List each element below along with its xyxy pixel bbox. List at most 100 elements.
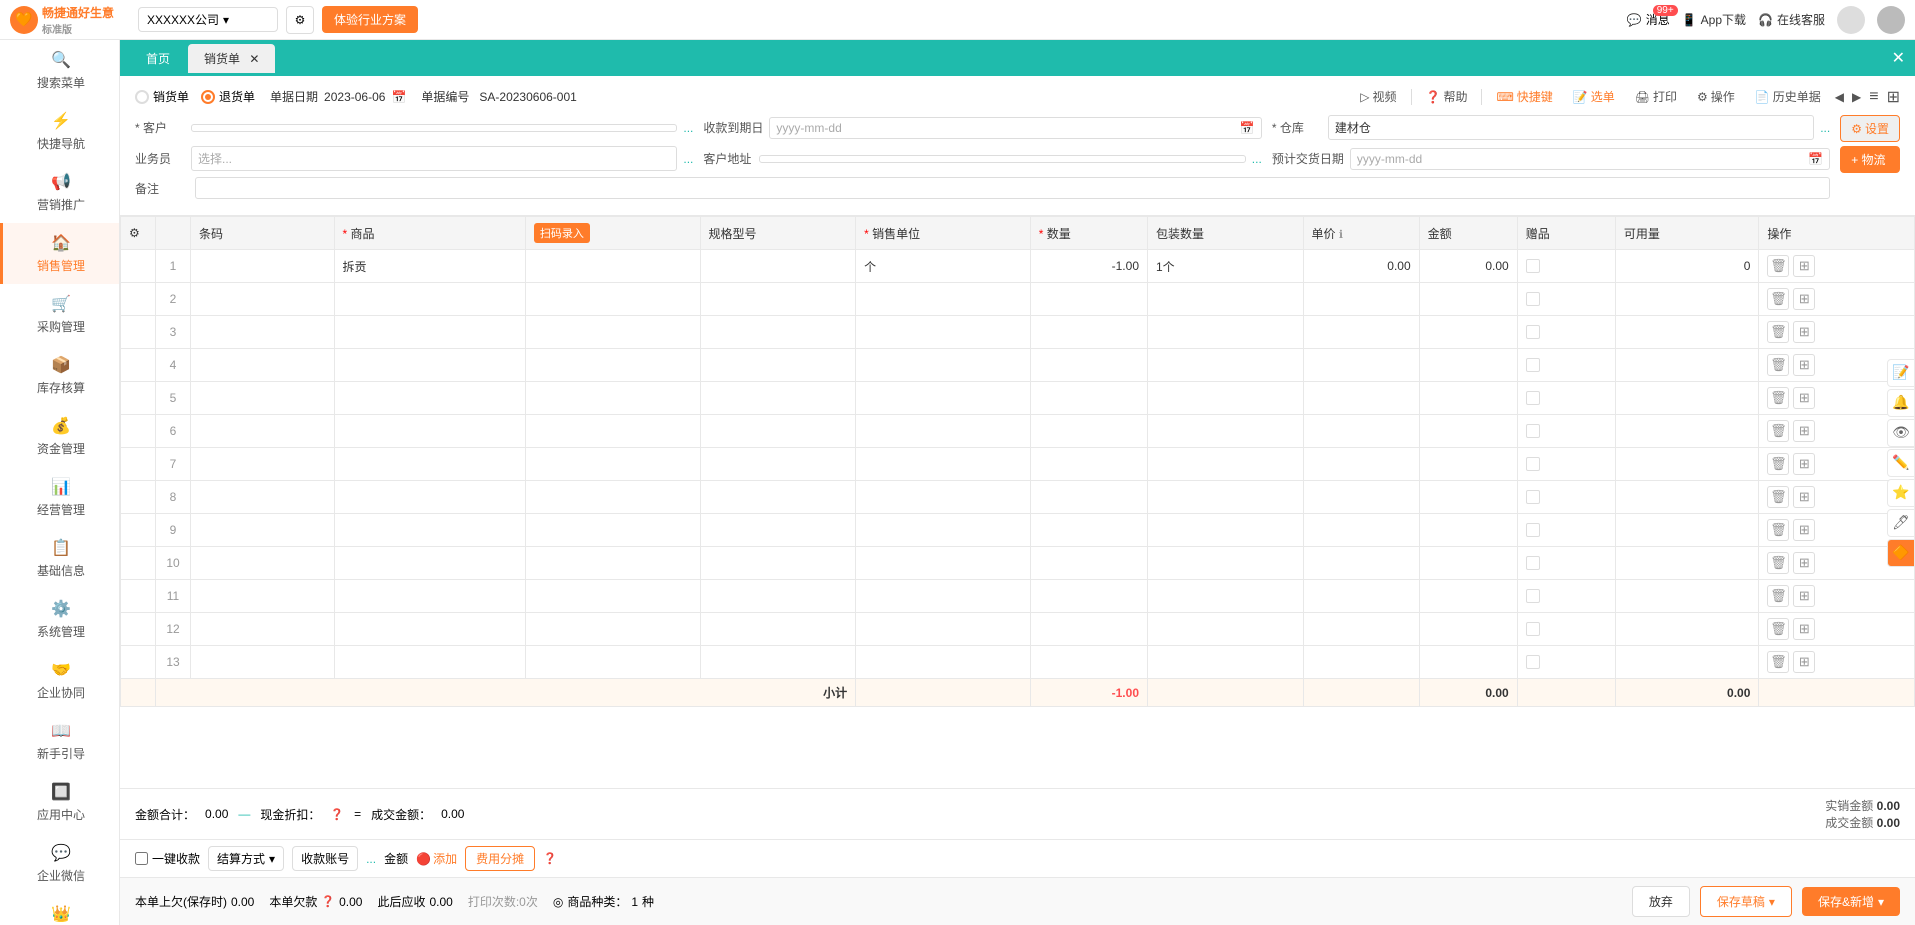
row-qty-cell[interactable] [1030,646,1147,679]
row-price-cell[interactable] [1303,382,1419,415]
row-spec-cell[interactable] [700,547,856,580]
app-download-button[interactable]: 📱 App下载 [1682,11,1746,28]
row-gift-cell[interactable] [1517,481,1615,514]
row-unit-cell[interactable] [856,613,1031,646]
row-goods-cell[interactable] [334,646,525,679]
delete-row-icon[interactable]: 🗑 [1767,618,1789,640]
right-panel-btn-3[interactable]: 👁 [1887,419,1915,447]
salesperson-dots[interactable]: ... [683,152,693,166]
row-amount-cell[interactable] [1419,580,1517,613]
sidebar-item-purchase[interactable]: 🛒 采购管理 [0,284,119,345]
discard-button[interactable]: 放弃 [1632,886,1690,917]
row-gift-cell[interactable] [1517,415,1615,448]
receipt-date-input[interactable]: yyyy-mm-dd 📅 [769,117,1261,139]
row-goods-cell[interactable] [334,613,525,646]
view-grid-icon[interactable]: ⊞ [1887,87,1900,107]
sidebar-item-inventory[interactable]: 📦 库存核算 [0,345,119,406]
product-types-icon[interactable]: ◎ [553,895,563,909]
settings-side-btn[interactable]: ⚙ 设置 [1840,115,1900,142]
row-qty-cell[interactable]: -1.00 [1030,250,1147,283]
row-spec-cell[interactable] [700,382,856,415]
row-qty-cell[interactable] [1030,448,1147,481]
row-pkg-cell[interactable]: 1个 [1148,250,1304,283]
customer-dots[interactable]: ... [683,121,693,135]
row-barcode-cell[interactable] [191,580,335,613]
row-barcode-cell[interactable] [191,514,335,547]
gift-checkbox[interactable] [1526,259,1540,273]
row-unit-cell[interactable] [856,283,1031,316]
delete-row-icon[interactable]: 🗑 [1767,321,1789,343]
row-goods-cell[interactable] [334,514,525,547]
row-qty-cell[interactable] [1030,514,1147,547]
row-price-cell[interactable] [1303,448,1419,481]
logistics-btn[interactable]: + 物流 [1840,146,1900,173]
row-amount-cell[interactable] [1419,316,1517,349]
copy-row-icon[interactable]: ⊞ [1793,420,1815,442]
row-qty-cell[interactable] [1030,283,1147,316]
row-amount-cell[interactable]: 0.00 [1419,250,1517,283]
right-panel-btn-1[interactable]: 📝 [1887,359,1915,387]
row-spec-cell[interactable] [700,415,856,448]
row-qty-cell[interactable] [1030,415,1147,448]
row-pkg-cell[interactable] [1148,349,1304,382]
tab-home[interactable]: 首页 [130,44,186,73]
col-header-scan[interactable]: 扫码录入 [525,217,700,250]
history-btn[interactable]: 📄 历史单据 [1749,86,1827,107]
sidebar-item-quicknav[interactable]: ⚡ 快捷导航 [0,101,119,162]
tab-sales-order[interactable]: 销货单 ✕ [188,44,275,73]
row-gift-cell[interactable] [1517,613,1615,646]
row-amount-cell[interactable] [1419,613,1517,646]
row-gift-cell[interactable] [1517,316,1615,349]
row-qty-cell[interactable] [1030,580,1147,613]
expense-btn[interactable]: 费用分摊 [465,846,535,871]
row-pkg-cell[interactable] [1148,514,1304,547]
row-unit-cell[interactable] [856,316,1031,349]
address-input[interactable] [759,155,1245,163]
row-price-cell[interactable] [1303,316,1419,349]
sidebar-item-wechat[interactable]: 💬 企业微信 [0,833,119,894]
customer-input[interactable] [191,124,677,132]
gift-checkbox[interactable] [1526,358,1540,372]
row-qty-cell[interactable] [1030,547,1147,580]
row-price-cell[interactable] [1303,283,1419,316]
nav-prev-icon[interactable]: ◀ [1835,90,1844,104]
gift-checkbox[interactable] [1526,391,1540,405]
row-unit-cell[interactable] [856,415,1031,448]
sidebar-item-search[interactable]: 🔍 搜索菜单 [0,40,119,101]
row-goods-cell[interactable] [334,316,525,349]
row-gift-cell[interactable] [1517,514,1615,547]
row-pkg-cell[interactable] [1148,283,1304,316]
calendar-icon[interactable]: 📅 [391,90,406,104]
row-gift-cell[interactable] [1517,283,1615,316]
row-pkg-cell[interactable] [1148,448,1304,481]
row-barcode-cell[interactable] [191,481,335,514]
sidebar-item-guide[interactable]: 📖 新手引导 [0,711,119,772]
draft-chevron-icon[interactable]: ▾ [1769,895,1775,909]
right-panel-btn-4[interactable]: ✏️ [1887,449,1915,477]
help-btn[interactable]: ❓ 帮助 [1420,86,1474,107]
row-unit-cell[interactable] [856,646,1031,679]
row-goods-cell[interactable] [334,448,525,481]
delete-row-icon[interactable]: 🗑 [1767,519,1789,541]
row-amount-cell[interactable] [1419,646,1517,679]
remark-input[interactable] [195,177,1830,199]
sidebar-item-marketing[interactable]: 📢 营销推广 [0,162,119,223]
delete-row-icon[interactable]: 🗑 [1767,552,1789,574]
scan-button[interactable]: 扫码录入 [534,223,590,243]
copy-row-icon[interactable]: ⊞ [1793,618,1815,640]
print-btn[interactable]: 🖨 打印 [1629,86,1683,107]
row-amount-cell[interactable] [1419,283,1517,316]
row-spec-cell[interactable] [700,316,856,349]
sidebar-item-system[interactable]: ⚙️ 系统管理 [0,589,119,650]
row-price-cell[interactable] [1303,646,1419,679]
sidebar-item-operations[interactable]: 📊 经营管理 [0,467,119,528]
gift-checkbox[interactable] [1526,556,1540,570]
copy-row-icon[interactable]: ⊞ [1793,552,1815,574]
row-unit-cell[interactable] [856,481,1031,514]
row-unit-cell[interactable] [856,547,1031,580]
order-due-info-icon[interactable]: ❓ [321,895,335,908]
row-goods-cell[interactable] [334,283,525,316]
row-spec-cell[interactable] [700,250,856,283]
copy-row-icon[interactable]: ⊞ [1793,585,1815,607]
delete-row-icon[interactable]: 🗑 [1767,585,1789,607]
